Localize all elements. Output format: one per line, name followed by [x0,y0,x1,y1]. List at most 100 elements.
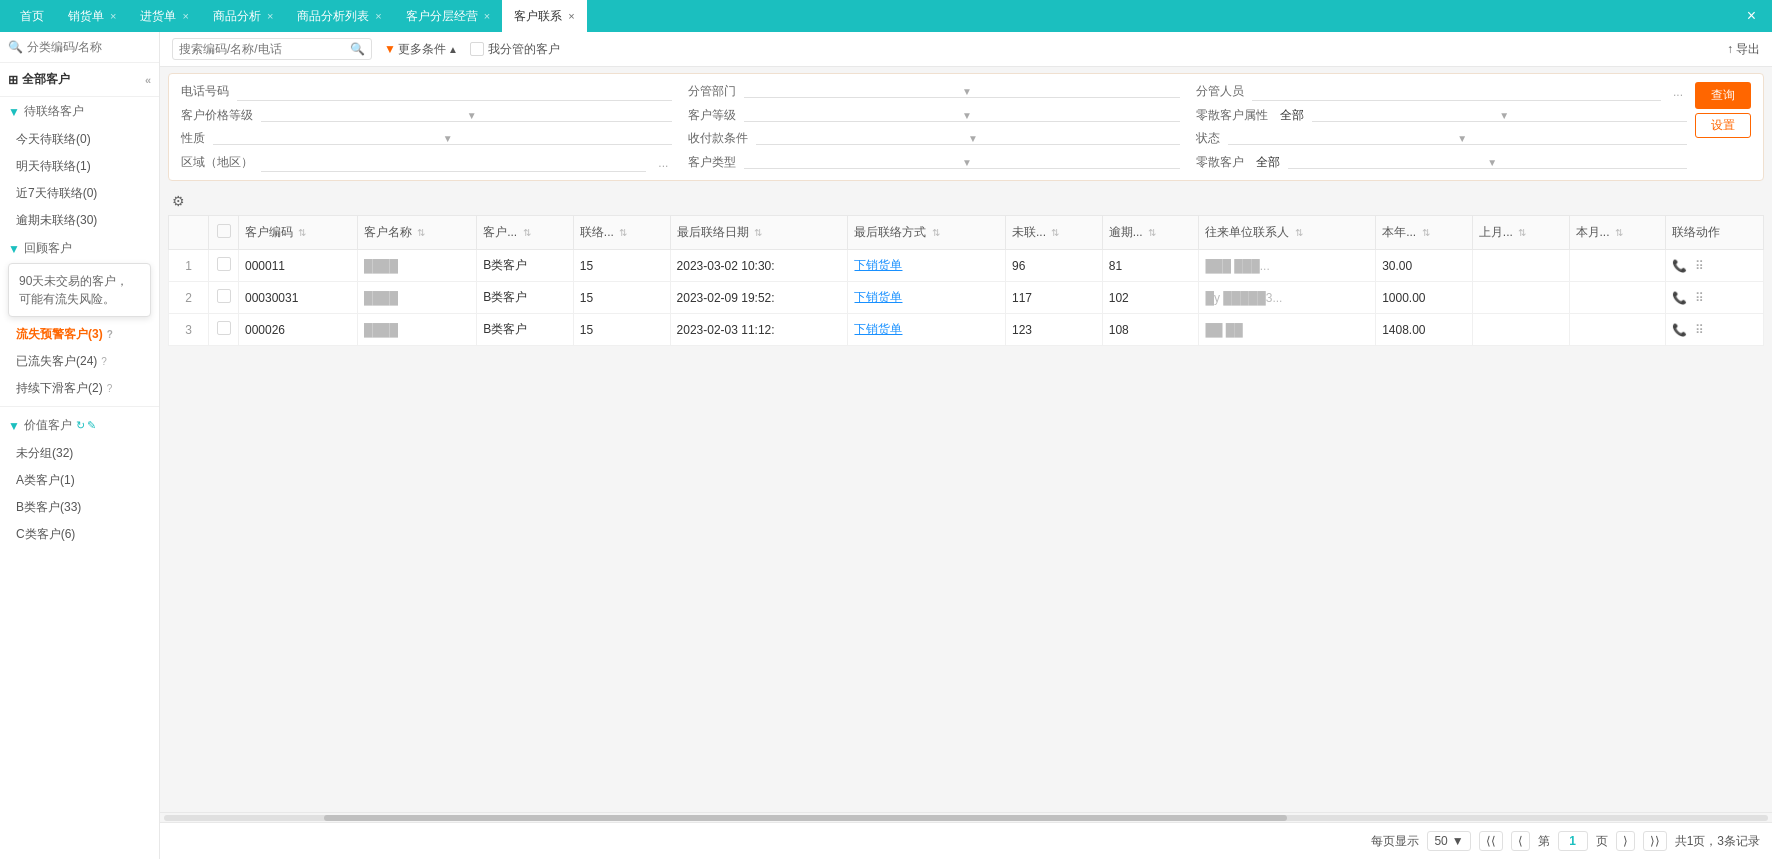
export-button[interactable]: ↑ 导出 [1727,41,1760,58]
page-input[interactable] [1558,831,1588,851]
more-conditions-button[interactable]: ▼ 更多条件 ▲ [384,41,458,58]
col-header-name[interactable]: 客户名称 ⇅ [358,216,477,250]
row-checkbox-2[interactable] [217,321,231,335]
window-close-button[interactable]: × [1739,7,1764,25]
col-header-this-year[interactable]: 本年... ⇅ [1376,216,1473,250]
refresh-value-icon[interactable]: ↻ [76,419,85,432]
sidebar-item-ungrouped[interactable]: 未分组(32) [0,440,159,467]
col-header-contact[interactable]: 联络... ⇅ [573,216,670,250]
close-contact-icon[interactable]: × [568,10,574,22]
row-checkbox-0[interactable] [217,257,231,271]
sort-this-month-icon[interactable]: ⇅ [1615,227,1623,238]
manager-dots-icon[interactable]: ... [1669,85,1687,99]
nav-product-list[interactable]: 商品分析列表 × [285,0,393,32]
action-phone-icon-0[interactable]: 📞 [1672,259,1687,273]
sort-not-contact-icon[interactable]: ⇅ [1051,227,1059,238]
sort-code-icon[interactable]: ⇅ [298,227,306,238]
manager-input[interactable] [1252,82,1661,101]
main-search-input[interactable] [179,42,350,56]
scrollbar-track[interactable] [164,815,1768,821]
sort-overdue-icon[interactable]: ⇅ [1148,227,1156,238]
sort-last-month-icon[interactable]: ⇅ [1518,227,1526,238]
nav-product-analysis[interactable]: 商品分析 × [201,0,285,32]
payment-select[interactable]: ▼ [756,133,1179,145]
col-header-this-month[interactable]: 本月... ⇅ [1569,216,1666,250]
col-header-check[interactable] [209,216,239,250]
close-sales-icon[interactable]: × [110,10,116,22]
query-button[interactable]: 查询 [1695,82,1751,109]
customer-grade-select[interactable]: ▼ [744,110,1179,122]
sidebar-all-customers[interactable]: ⊞ 全部客户 « [0,63,159,97]
sort-type-icon[interactable]: ⇅ [523,227,531,238]
horizontal-scrollbar[interactable] [160,812,1772,822]
sort-unit-icon[interactable]: ⇅ [1295,227,1303,238]
col-header-code[interactable]: 客户编码 ⇅ [239,216,358,250]
header-checkbox[interactable] [217,224,231,238]
sidebar-item-a-class[interactable]: A类客户(1) [0,467,159,494]
nav-sales[interactable]: 销货单 × [56,0,128,32]
dept-select[interactable]: ▼ [744,86,1179,98]
action-more-icon-2[interactable]: ⠿ [1695,323,1704,337]
price-grade-select[interactable]: ▼ [261,110,672,122]
customer-type-select[interactable]: ▼ [744,157,1179,169]
col-header-not-contact[interactable]: 未联... ⇅ [1006,216,1103,250]
next-page-button[interactable]: ⟩ [1616,831,1635,851]
contact-way-link-1[interactable]: 下销货单 [854,290,902,304]
region-input[interactable] [261,153,646,172]
sidebar-collapse-icon[interactable]: « [145,74,151,86]
col-header-type[interactable]: 客户... ⇅ [477,216,574,250]
action-more-icon-1[interactable]: ⠿ [1695,291,1704,305]
sidebar-item-declining[interactable]: 持续下滑客户(2) ? [0,375,159,402]
sort-way-icon[interactable]: ⇅ [932,227,940,238]
sidebar-item-churned[interactable]: 已流失客户(24) ? [0,348,159,375]
sidebar-group-pending[interactable]: ▼ 待联络客户 [0,97,159,126]
zero-customer-select[interactable]: ▼ [1288,157,1687,169]
edit-value-icon[interactable]: ✎ [87,419,96,432]
sidebar-item-tomorrow[interactable]: 明天待联络(1) [0,153,159,180]
sidebar-item-churn-warning[interactable]: 流失预警客户(3) ? [0,321,159,348]
contact-way-link-2[interactable]: 下销货单 [854,322,902,336]
cell-check-1[interactable] [209,282,239,314]
settings-button[interactable]: 设置 [1695,113,1751,138]
prev-page-button[interactable]: ⟨ [1511,831,1530,851]
nav-customer-contact[interactable]: 客户联系 × [502,0,586,32]
sort-name-icon[interactable]: ⇅ [417,227,425,238]
sidebar-item-c-class[interactable]: C类客户(6) [0,521,159,548]
sidebar-item-overdue[interactable]: 逾期未联络(30) [0,207,159,234]
sidebar-group-review[interactable]: ▼ 回顾客户 [0,234,159,263]
my-customers-checkbox[interactable]: 我分管的客户 [470,41,560,58]
col-header-overdue[interactable]: 逾期... ⇅ [1102,216,1199,250]
action-phone-icon-2[interactable]: 📞 [1672,323,1687,337]
last-page-button[interactable]: ⟩⟩ [1643,831,1667,851]
col-header-last-month[interactable]: 上月... ⇅ [1472,216,1569,250]
cell-way-0[interactable]: 下销货单 [848,250,1006,282]
nav-purchase[interactable]: 进货单 × [128,0,200,32]
zero-attr-select[interactable]: ▼ [1312,110,1687,122]
cell-check-2[interactable] [209,314,239,346]
sidebar-item-7days[interactable]: 近7天待联络(0) [0,180,159,207]
sort-year-icon[interactable]: ⇅ [1422,227,1430,238]
contact-way-link-0[interactable]: 下销货单 [854,258,902,272]
action-phone-icon-1[interactable]: 📞 [1672,291,1687,305]
cell-way-1[interactable]: 下销货单 [848,282,1006,314]
cell-check-0[interactable] [209,250,239,282]
close-purchase-icon[interactable]: × [182,10,188,22]
sidebar-group-value[interactable]: ▼ 价值客户 ↻ ✎ [0,411,159,440]
status-select[interactable]: ▼ [1228,133,1687,145]
my-customers-check-icon[interactable] [470,42,484,56]
sidebar-item-today[interactable]: 今天待联络(0) [0,126,159,153]
col-header-last-way[interactable]: 最后联络方式 ⇅ [848,216,1006,250]
col-header-unit-contact[interactable]: 往来单位联系人 ⇅ [1199,216,1376,250]
col-header-last-date[interactable]: 最后联络日期 ⇅ [670,216,848,250]
row-checkbox-1[interactable] [217,289,231,303]
close-analysis-icon[interactable]: × [267,10,273,22]
action-more-icon-0[interactable]: ⠿ [1695,259,1704,273]
region-dots-icon[interactable]: ... [654,156,672,170]
per-page-select[interactable]: 50 ▼ [1427,831,1470,851]
close-product-list-icon[interactable]: × [375,10,381,22]
nav-customer-tier[interactable]: 客户分层经营 × [394,0,502,32]
cell-way-2[interactable]: 下销货单 [848,314,1006,346]
table-gear-icon[interactable]: ⚙ [172,193,185,209]
sort-date-icon[interactable]: ⇅ [754,227,762,238]
scrollbar-thumb[interactable] [324,815,1286,821]
